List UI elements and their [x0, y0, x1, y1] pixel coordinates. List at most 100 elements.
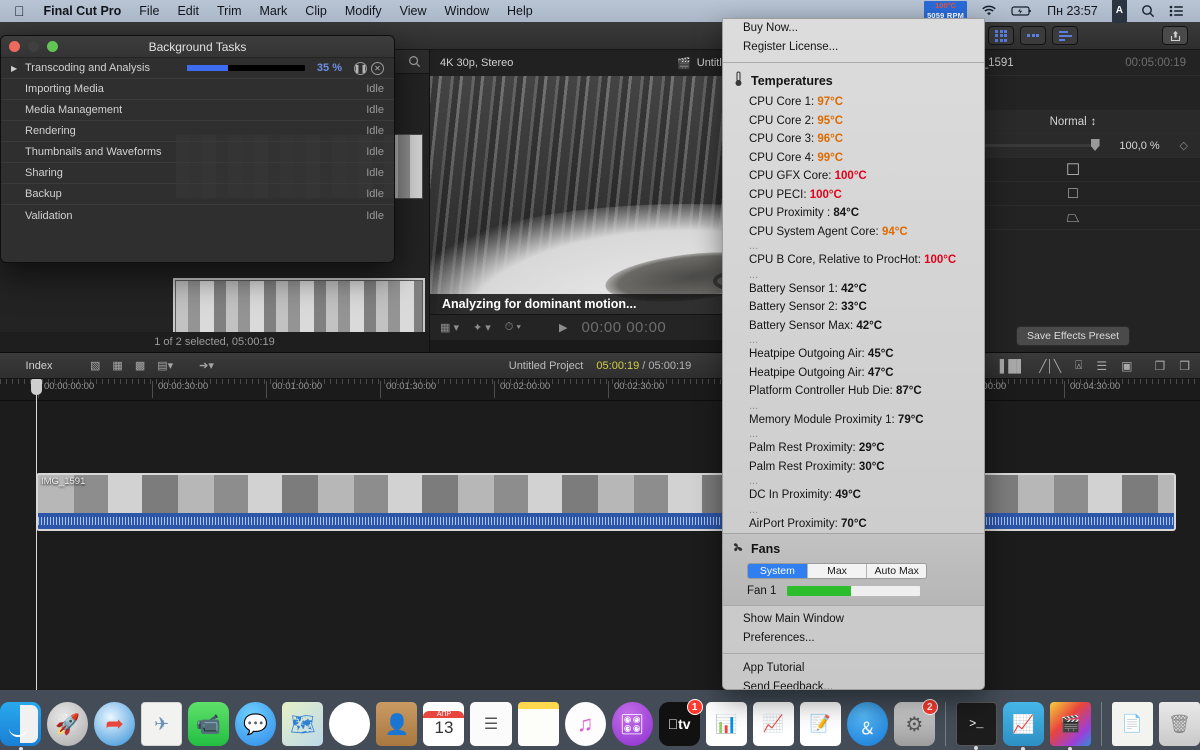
menu-item-show-main-window[interactable]: Show Main Window — [723, 610, 984, 629]
viewer-timecode[interactable]: 00:00 00:00 — [582, 319, 667, 336]
menu-item-file[interactable]: File — [130, 0, 168, 22]
dock-item-itunes[interactable]: ♫ — [565, 702, 606, 746]
view-options-icon[interactable]: ▦ ▾ — [440, 321, 459, 334]
temp-reading-cpu-core-1: CPU Core 1: 97°C — [723, 93, 984, 112]
save-effects-preset-button[interactable]: Save Effects Preset — [1016, 326, 1130, 346]
inspector-opacity-value[interactable]: 100,0 % — [1108, 140, 1172, 152]
dock-item-finder[interactable] — [0, 702, 41, 746]
menu-item-edit[interactable]: Edit — [168, 0, 208, 22]
cancel-icon[interactable]: ✕ — [371, 62, 384, 75]
dock-item-podcasts[interactable]: 🎛 — [612, 702, 653, 746]
select-tool-icon[interactable]: ➔▾ — [199, 359, 214, 372]
audio-skimming-icon[interactable]: ▌█▌ — [1000, 359, 1026, 373]
background-tasks-window[interactable]: Background Tasks ▶ Transcoding and Analy… — [0, 35, 395, 263]
dock-item-messages[interactable]: 💬 — [235, 702, 276, 746]
dock-item-system-preferences[interactable]: ⚙ 2 — [894, 702, 935, 746]
window-layout-icon[interactable]: ❐ — [1154, 359, 1165, 373]
control-center-icon[interactable] — [1162, 5, 1192, 17]
input-source-icon[interactable]: A — [1105, 0, 1134, 23]
fan-mode-max[interactable]: Max — [808, 564, 868, 578]
background-task-row-importing[interactable]: Importing Media Idle — [1, 79, 394, 100]
render-icon[interactable]: ▣ — [1121, 359, 1132, 373]
battery-charging-icon[interactable] — [1004, 5, 1040, 17]
menu-app-name[interactable]: Final Cut Pro — [35, 0, 131, 22]
timeline-index-button[interactable]: Index — [0, 360, 78, 372]
fullscreen-icon[interactable]: ❒ — [1179, 359, 1190, 373]
dock-item-keynote[interactable]: 📈 — [753, 702, 794, 746]
pause-icon[interactable]: ❚❚ — [354, 62, 367, 75]
timeline-playhead[interactable] — [36, 379, 37, 690]
background-tasks-titlebar[interactable]: Background Tasks — [1, 36, 394, 58]
background-task-row-media-management[interactable]: Media Management Idle — [1, 100, 394, 121]
dock-item-trash[interactable]: 🗑 — [1159, 702, 1200, 746]
dock-item-notes[interactable] — [518, 702, 559, 746]
solo-icon[interactable]: ╱│╲ — [1039, 359, 1061, 373]
dock-item-apple-tv[interactable]: tv 1 — [659, 702, 700, 746]
append-icon[interactable]: ▧ — [90, 359, 100, 372]
timeline-ruler[interactable]: 00:00:00:00 00:00:30:00 00:01:00:00 00:0… — [0, 379, 1200, 401]
background-task-row-rendering[interactable]: Rendering Idle — [1, 121, 394, 142]
search-icon[interactable] — [408, 55, 421, 68]
wifi-icon[interactable] — [974, 5, 1004, 17]
headphones-icon[interactable]: ⍓ — [1075, 358, 1082, 373]
menu-item-send-feedback[interactable]: Send Feedback... — [723, 678, 984, 690]
timeline-clip[interactable]: IMG_1591 — [36, 473, 1176, 531]
menu-item-modify[interactable]: Modify — [336, 0, 391, 22]
dock-item-terminal[interactable]: >_ — [956, 702, 997, 746]
dock-item-pages[interactable]: 📝 — [800, 702, 841, 746]
menu-item-help[interactable]: Help — [498, 0, 542, 22]
menu-item-preferences[interactable]: Preferences... — [723, 629, 984, 648]
dock-item-downloads-stack[interactable]: 📄 — [1112, 702, 1153, 746]
timeline-clip-audio[interactable] — [38, 513, 1174, 529]
fan-mode-auto-max[interactable]: Auto Max — [867, 564, 926, 578]
playhead-handle[interactable] — [31, 379, 42, 395]
apple-logo-icon[interactable]:  — [8, 0, 35, 22]
dock-item-reminders[interactable]: ☰ — [470, 702, 511, 746]
fan-mode-system[interactable]: System — [748, 564, 808, 578]
dock-item-launchpad[interactable]: 🚀 — [47, 702, 88, 746]
menu-item-mark[interactable]: Mark — [251, 0, 297, 22]
fan-control-menu[interactable]: Buy Now... Register License... Temperatu… — [722, 18, 985, 690]
background-task-row-thumbnails[interactable]: Thumbnails and Waveforms Idle — [1, 142, 394, 163]
speed-gauge-icon[interactable]: ⏱ ▾ — [505, 321, 521, 334]
dock-item-numbers[interactable]: 📊 — [706, 702, 747, 746]
menubar-clock[interactable]: Пн 23:57 — [1040, 0, 1105, 22]
dock-item-photos[interactable]: ❊ — [329, 702, 370, 746]
background-task-row-backup[interactable]: Backup Idle — [1, 184, 394, 205]
background-task-row-sharing[interactable]: Sharing Idle — [1, 163, 394, 184]
overwrite-icon[interactable]: ▤▾ — [157, 359, 173, 372]
dock-item-contacts[interactable]: 👤 — [376, 702, 417, 746]
dock-item-maps[interactable]: 🗺 — [282, 702, 323, 746]
dock-item-calendar[interactable]: АПР 13 — [423, 702, 464, 746]
insert-icon[interactable]: ▦ — [112, 359, 122, 372]
background-task-row-transcoding[interactable]: ▶ Transcoding and Analysis 35 % ❚❚ ✕ — [1, 58, 394, 79]
connect-icon[interactable]: ▩ — [135, 359, 145, 372]
menu-item-buy-now[interactable]: Buy Now... — [723, 19, 984, 38]
effects-wand-icon[interactable]: ✦ ▾ — [473, 321, 491, 334]
dock-item-monitor-app[interactable]: 📈 — [1003, 702, 1044, 746]
menu-item-app-tutorial[interactable]: App Tutorial — [723, 659, 984, 678]
search-icon[interactable] — [1134, 4, 1162, 18]
disclosure-triangle-icon[interactable]: ▶ — [11, 64, 25, 73]
menu-item-register-license[interactable]: Register License... — [723, 38, 984, 57]
fan-1-level-bar[interactable] — [786, 585, 921, 597]
browser-grid-icon[interactable] — [988, 26, 1014, 45]
fan-mode-segmented-control[interactable]: System Max Auto Max — [747, 563, 927, 579]
dock-item-final-cut-pro[interactable]: 🎬 — [1050, 702, 1091, 746]
menu-item-window[interactable]: Window — [436, 0, 498, 22]
timeline-index-icon[interactable] — [1020, 26, 1046, 45]
dock-item-app-store[interactable]: ﹠ — [847, 702, 888, 746]
task-label: Validation — [25, 210, 73, 222]
dock-item-facetime[interactable]: 📹 — [188, 702, 229, 746]
dock-item-safari[interactable]: ➦ — [94, 702, 135, 746]
inspector-sliders-icon[interactable] — [1052, 26, 1078, 45]
background-task-row-validation[interactable]: Validation Idle — [1, 205, 394, 226]
menu-item-trim[interactable]: Trim — [208, 0, 251, 22]
audio-meters-icon[interactable]: ☰ — [1096, 359, 1107, 373]
dock-item-mail[interactable]: ✈ — [141, 702, 182, 746]
menu-item-view[interactable]: View — [391, 0, 436, 22]
share-icon[interactable] — [1162, 26, 1188, 45]
menu-item-clip[interactable]: Clip — [296, 0, 336, 22]
keyframe-icon[interactable]: ◇ — [1180, 139, 1188, 152]
play-icon[interactable]: ▶ — [559, 321, 567, 334]
